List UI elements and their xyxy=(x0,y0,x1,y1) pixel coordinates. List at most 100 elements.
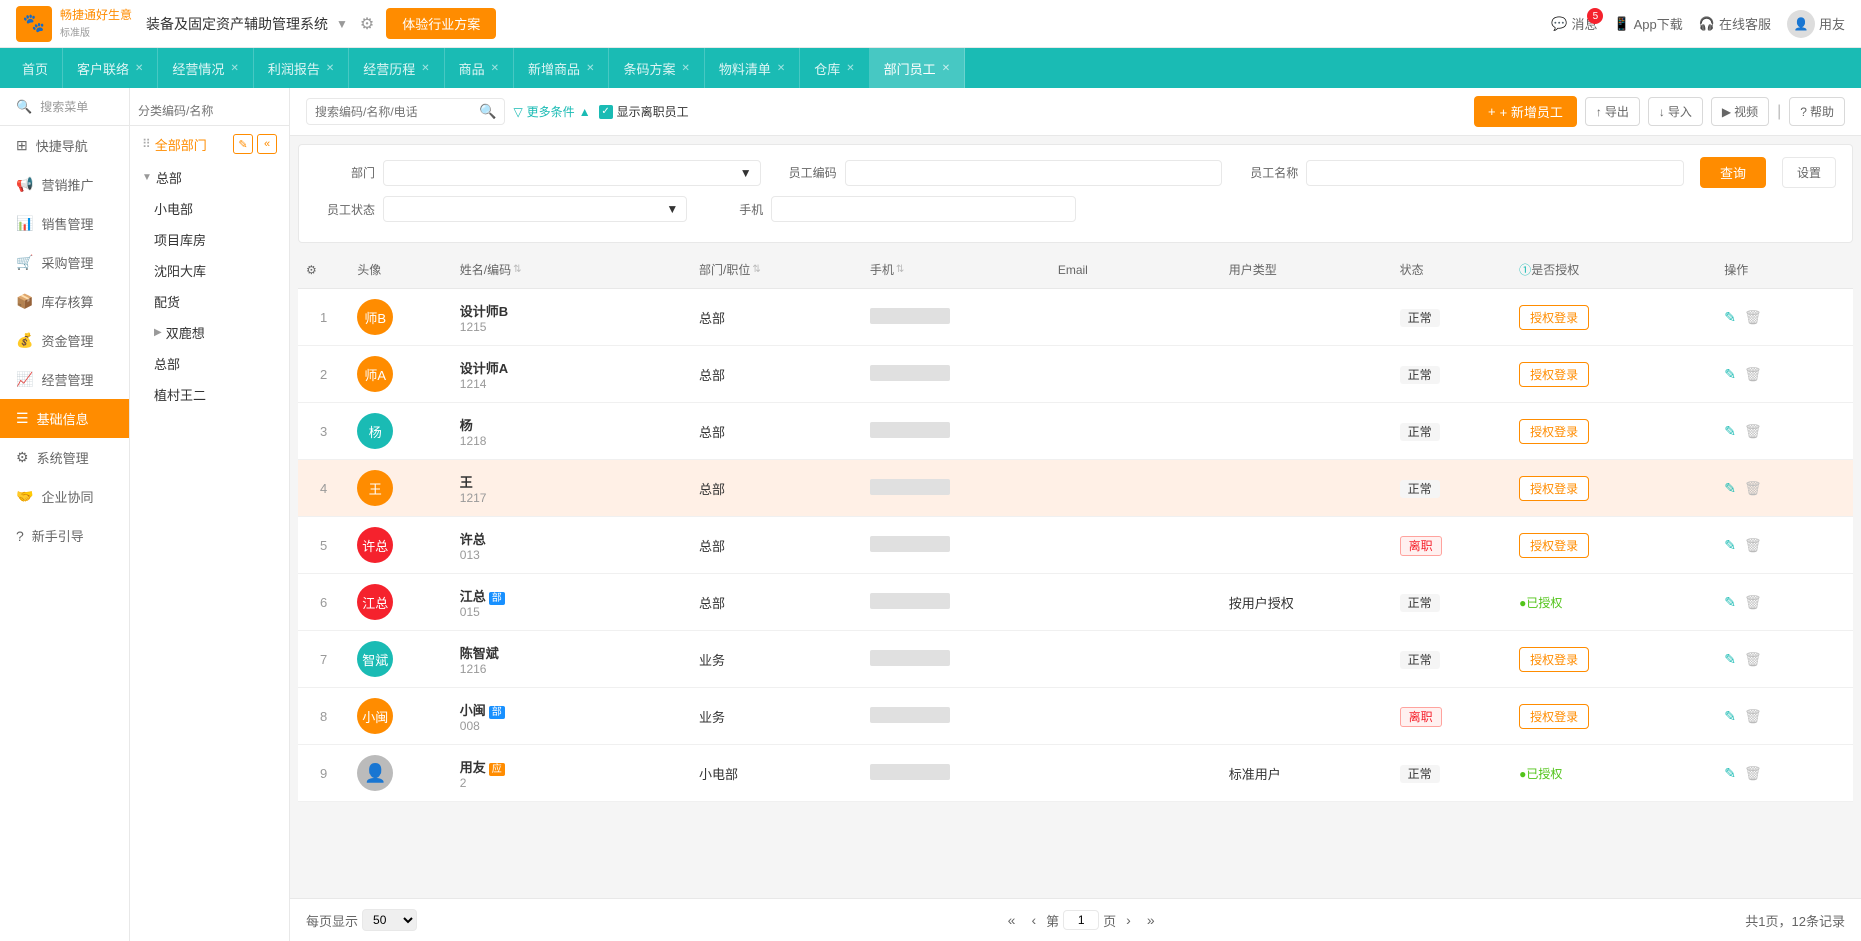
sidebar-item-finance[interactable]: 💰 资金管理 xyxy=(0,321,129,360)
auth-login-btn[interactable]: 授权登录 xyxy=(1519,419,1589,444)
dept-item-shuanglu[interactable]: ▶ 双鹿想 xyxy=(130,317,289,348)
delete-icon[interactable]: 🗑 xyxy=(1744,366,1762,383)
query-button[interactable]: 查询 xyxy=(1700,157,1766,188)
close-bom-tab[interactable]: ✕ xyxy=(777,63,785,74)
th-name[interactable]: 姓名/编码 ⇅ xyxy=(452,251,691,289)
app-download-button[interactable]: 📱 App下载 xyxy=(1613,14,1682,33)
view-button[interactable]: ▶ 视频 xyxy=(1711,97,1769,126)
search-input-wrapper[interactable]: 🔍 xyxy=(306,98,505,125)
delete-icon[interactable]: 🗑 xyxy=(1744,537,1762,554)
reset-button[interactable]: 设置 xyxy=(1782,157,1836,188)
tab-history[interactable]: 经营历程 ✕ xyxy=(349,48,444,88)
sidebar-item-marketing[interactable]: 📢 营销推广 xyxy=(0,165,129,204)
sidebar-item-collab[interactable]: 🤝 企业协同 xyxy=(0,477,129,516)
th-dept[interactable]: 部门/职位 ⇅ xyxy=(691,251,862,289)
tab-operations[interactable]: 经营情况 ✕ xyxy=(158,48,253,88)
tab-bom[interactable]: 物料清单 ✕ xyxy=(705,48,800,88)
edit-icon[interactable]: ✎ xyxy=(1724,423,1736,440)
close-warehouse-tab[interactable]: ✕ xyxy=(846,63,854,74)
edit-icon[interactable]: ✎ xyxy=(1724,366,1736,383)
sidebar-search[interactable]: 🔍 搜索菜单 xyxy=(0,88,129,126)
tab-profit[interactable]: 利润报告 ✕ xyxy=(254,48,349,88)
dept-item-project[interactable]: 项目库房 xyxy=(130,224,289,255)
dept-edit-btn[interactable]: ✎ xyxy=(233,134,253,154)
auth-login-btn[interactable]: 授权登录 xyxy=(1519,533,1589,558)
sidebar-item-guide[interactable]: ? 新手引导 xyxy=(0,516,129,555)
close-employees-tab[interactable]: ✕ xyxy=(942,63,950,74)
sidebar-item-sales[interactable]: 📊 销售管理 xyxy=(0,204,129,243)
close-operations-tab[interactable]: ✕ xyxy=(230,63,238,74)
import-button[interactable]: ↓ 导入 xyxy=(1648,97,1703,126)
sidebar-item-purchase[interactable]: 🛒 采购管理 xyxy=(0,243,129,282)
edit-icon[interactable]: ✎ xyxy=(1724,765,1736,782)
th-settings[interactable]: ⚙ xyxy=(298,251,349,289)
dept-item-zongbu-group[interactable]: ▼ 总部 xyxy=(130,162,289,193)
close-add-goods-tab[interactable]: ✕ xyxy=(586,63,594,74)
delete-icon[interactable]: 🗑 xyxy=(1744,765,1762,782)
delete-icon[interactable]: 🗑 xyxy=(1744,480,1762,497)
next-page-btn[interactable]: › xyxy=(1120,910,1137,930)
delete-icon[interactable]: 🗑 xyxy=(1744,309,1762,326)
auth-login-btn[interactable]: 授权登录 xyxy=(1519,704,1589,729)
edit-icon[interactable]: ✎ xyxy=(1724,594,1736,611)
edit-icon[interactable]: ✎ xyxy=(1724,708,1736,725)
close-history-tab[interactable]: ✕ xyxy=(421,63,429,74)
trial-button[interactable]: 体验行业方案 xyxy=(386,8,496,39)
tab-employees[interactable]: 部门员工 ✕ xyxy=(870,48,965,88)
tab-home[interactable]: 首页 xyxy=(8,48,63,88)
search-icon-btn[interactable]: 🔍 xyxy=(479,103,496,120)
auth-login-btn[interactable]: 授权登录 xyxy=(1519,476,1589,501)
sidebar-item-operations[interactable]: 📈 经营管理 xyxy=(0,360,129,399)
phone-input[interactable] xyxy=(771,196,1075,222)
auth-login-btn[interactable]: 授权登录 xyxy=(1519,362,1589,387)
first-page-btn[interactable]: « xyxy=(1002,910,1022,930)
dept-item-zhicunwang[interactable]: 植村王二 xyxy=(130,379,289,410)
auth-info-icon[interactable]: ① xyxy=(1519,263,1531,277)
sidebar-item-basic-info[interactable]: ☰ 基础信息 xyxy=(0,399,129,438)
page-size-select[interactable]: 50 20 100 xyxy=(362,909,417,931)
dept-item-shenyang[interactable]: 沈阳大库 xyxy=(130,255,289,286)
customer-service-button[interactable]: 🎧 在线客服 xyxy=(1699,14,1771,33)
delete-icon[interactable]: 🗑 xyxy=(1744,594,1762,611)
export-button[interactable]: ↑ 导出 xyxy=(1585,97,1640,126)
last-page-btn[interactable]: » xyxy=(1141,910,1161,930)
emp-name-input[interactable] xyxy=(1306,160,1684,186)
add-employee-button[interactable]: + + 新增员工 xyxy=(1474,96,1577,127)
search-input[interactable] xyxy=(315,105,475,119)
close-goods-tab[interactable]: ✕ xyxy=(491,63,499,74)
delete-icon[interactable]: 🗑 xyxy=(1744,651,1762,668)
delete-icon[interactable]: 🗑 xyxy=(1744,708,1762,725)
sidebar-item-system[interactable]: ⚙ 系统管理 xyxy=(0,438,129,477)
edit-icon[interactable]: ✎ xyxy=(1724,651,1736,668)
tab-goods[interactable]: 商品 ✕ xyxy=(445,48,514,88)
close-barcode-tab[interactable]: ✕ xyxy=(681,63,689,74)
dept-item-xiaodian[interactable]: 小电部 xyxy=(130,193,289,224)
dept-search-input[interactable] xyxy=(138,104,290,118)
page-input[interactable] xyxy=(1063,910,1099,930)
delete-icon[interactable]: 🗑 xyxy=(1744,423,1762,440)
dept-collapse-btn[interactable]: « xyxy=(257,134,277,154)
auth-login-btn[interactable]: 授权登录 xyxy=(1519,647,1589,672)
tab-customer[interactable]: 客户联络 ✕ xyxy=(63,48,158,88)
edit-icon[interactable]: ✎ xyxy=(1724,537,1736,554)
gear-button[interactable]: ⚙ xyxy=(356,10,378,38)
edit-icon[interactable]: ✎ xyxy=(1724,309,1736,326)
close-profit-tab[interactable]: ✕ xyxy=(326,63,334,74)
th-phone[interactable]: 手机 ⇅ xyxy=(862,251,1050,289)
sidebar-item-inventory[interactable]: 📦 库存核算 xyxy=(0,282,129,321)
sidebar-item-quicknav[interactable]: ⊞ 快捷导航 xyxy=(0,126,129,165)
dept-item-zongbu[interactable]: 总部 xyxy=(130,348,289,379)
show-resigned-checkbox[interactable]: ✓ 显示离职员工 xyxy=(599,103,689,120)
help-button[interactable]: ? 帮助 xyxy=(1789,97,1845,126)
messages-button[interactable]: 💬 消息 5 xyxy=(1551,14,1597,33)
more-conditions-btn[interactable]: ▽ 更多条件 ▲ xyxy=(513,103,590,120)
tab-warehouse[interactable]: 仓库 ✕ xyxy=(800,48,869,88)
tab-barcode[interactable]: 条码方案 ✕ xyxy=(609,48,704,88)
emp-code-input[interactable] xyxy=(845,160,1223,186)
user-menu[interactable]: 👤 用友 xyxy=(1787,10,1845,38)
edit-icon[interactable]: ✎ xyxy=(1724,480,1736,497)
dept-select[interactable]: ▼ xyxy=(383,160,761,186)
emp-status-select[interactable]: ▼ xyxy=(383,196,687,222)
close-customer-tab[interactable]: ✕ xyxy=(135,63,143,74)
dept-item-peihuo[interactable]: 配货 xyxy=(130,286,289,317)
